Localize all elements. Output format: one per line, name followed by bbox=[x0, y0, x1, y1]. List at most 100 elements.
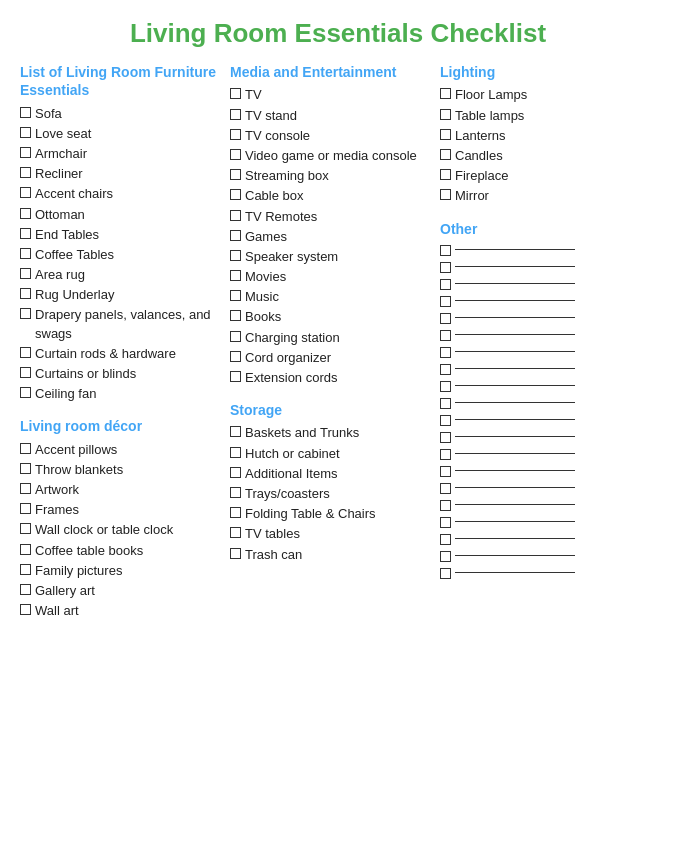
checkbox[interactable] bbox=[230, 310, 241, 321]
checkbox[interactable] bbox=[230, 270, 241, 281]
checkbox[interactable] bbox=[20, 443, 31, 454]
item-label: Mirror bbox=[455, 187, 489, 205]
checkbox[interactable] bbox=[230, 290, 241, 301]
list-item: Drapery panels, valances, and swags bbox=[20, 306, 220, 342]
item-label: Movies bbox=[245, 268, 286, 286]
checkbox[interactable] bbox=[230, 331, 241, 342]
furniture-title: List of Living Room Furniture Essentials bbox=[20, 63, 220, 99]
checkbox[interactable] bbox=[440, 483, 451, 494]
checkbox[interactable] bbox=[230, 149, 241, 160]
checkbox[interactable] bbox=[440, 189, 451, 200]
checkbox[interactable] bbox=[440, 129, 451, 140]
checkbox[interactable] bbox=[20, 187, 31, 198]
checkbox[interactable] bbox=[230, 210, 241, 221]
checkbox[interactable] bbox=[20, 347, 31, 358]
list-item: Armchair bbox=[20, 145, 220, 163]
checkbox[interactable] bbox=[20, 107, 31, 118]
page-title: Living Room Essentials Checklist bbox=[20, 18, 656, 49]
checkbox[interactable] bbox=[230, 189, 241, 200]
list-item: Hutch or cabinet bbox=[230, 445, 430, 463]
checkbox[interactable] bbox=[230, 230, 241, 241]
checkbox[interactable] bbox=[440, 149, 451, 160]
list-item: Baskets and Trunks bbox=[230, 424, 430, 442]
checkbox[interactable] bbox=[20, 367, 31, 378]
item-label: Gallery art bbox=[35, 582, 95, 600]
other-line-item bbox=[440, 328, 660, 341]
checkbox[interactable] bbox=[20, 463, 31, 474]
other-section: Other bbox=[440, 220, 660, 579]
checkbox[interactable] bbox=[440, 466, 451, 477]
checkbox[interactable] bbox=[440, 313, 451, 324]
checkbox[interactable] bbox=[230, 426, 241, 437]
checkbox[interactable] bbox=[230, 169, 241, 180]
checkbox[interactable] bbox=[230, 371, 241, 382]
checkbox[interactable] bbox=[440, 432, 451, 443]
checkbox[interactable] bbox=[20, 208, 31, 219]
checkbox[interactable] bbox=[230, 548, 241, 559]
checkbox[interactable] bbox=[20, 127, 31, 138]
other-line-bar bbox=[455, 453, 575, 454]
checkbox[interactable] bbox=[20, 503, 31, 514]
checkbox[interactable] bbox=[440, 109, 451, 120]
checkbox[interactable] bbox=[440, 330, 451, 341]
checkbox[interactable] bbox=[230, 129, 241, 140]
checkbox[interactable] bbox=[440, 534, 451, 545]
checkbox[interactable] bbox=[440, 262, 451, 273]
checkbox[interactable] bbox=[230, 88, 241, 99]
checkbox[interactable] bbox=[230, 351, 241, 362]
checkbox[interactable] bbox=[440, 296, 451, 307]
checkbox[interactable] bbox=[440, 381, 451, 392]
checkbox[interactable] bbox=[440, 449, 451, 460]
item-label: Wall art bbox=[35, 602, 79, 620]
other-line-item bbox=[440, 345, 660, 358]
item-label: Sofa bbox=[35, 105, 62, 123]
checkbox[interactable] bbox=[20, 167, 31, 178]
checkbox[interactable] bbox=[440, 88, 451, 99]
item-label: Ceiling fan bbox=[35, 385, 96, 403]
list-item: Accent pillows bbox=[20, 441, 220, 459]
checkbox[interactable] bbox=[440, 415, 451, 426]
checkbox[interactable] bbox=[20, 523, 31, 534]
checkbox[interactable] bbox=[20, 544, 31, 555]
checkbox[interactable] bbox=[440, 517, 451, 528]
checkbox[interactable] bbox=[20, 248, 31, 259]
checkbox[interactable] bbox=[20, 268, 31, 279]
checkbox[interactable] bbox=[230, 467, 241, 478]
checkbox[interactable] bbox=[230, 447, 241, 458]
other-line-item bbox=[440, 413, 660, 426]
furniture-section: List of Living Room Furniture Essentials… bbox=[20, 63, 220, 403]
checkbox[interactable] bbox=[230, 487, 241, 498]
checkbox[interactable] bbox=[440, 364, 451, 375]
checkbox[interactable] bbox=[20, 228, 31, 239]
checkbox[interactable] bbox=[20, 387, 31, 398]
checkbox[interactable] bbox=[440, 500, 451, 511]
checkbox[interactable] bbox=[20, 483, 31, 494]
list-item: Trays/coasters bbox=[230, 485, 430, 503]
checkbox[interactable] bbox=[20, 604, 31, 615]
item-label: TV stand bbox=[245, 107, 297, 125]
item-label: Floor Lamps bbox=[455, 86, 527, 104]
item-label: Hutch or cabinet bbox=[245, 445, 340, 463]
other-title: Other bbox=[440, 220, 660, 238]
checkbox[interactable] bbox=[230, 250, 241, 261]
checkbox[interactable] bbox=[440, 551, 451, 562]
checkbox[interactable] bbox=[440, 169, 451, 180]
list-item: Floor Lamps bbox=[440, 86, 660, 104]
other-line-bar bbox=[455, 470, 575, 471]
column-1: List of Living Room Furniture Essentials… bbox=[20, 63, 220, 634]
checkbox[interactable] bbox=[440, 568, 451, 579]
checkbox[interactable] bbox=[230, 527, 241, 538]
checkbox[interactable] bbox=[20, 147, 31, 158]
checkbox[interactable] bbox=[230, 507, 241, 518]
checkbox[interactable] bbox=[440, 347, 451, 358]
checkbox[interactable] bbox=[230, 109, 241, 120]
checkbox[interactable] bbox=[20, 288, 31, 299]
checkbox[interactable] bbox=[20, 308, 31, 319]
checkbox[interactable] bbox=[440, 279, 451, 290]
checkbox[interactable] bbox=[20, 584, 31, 595]
checkbox[interactable] bbox=[20, 564, 31, 575]
list-item: Speaker system bbox=[230, 248, 430, 266]
checkbox[interactable] bbox=[440, 245, 451, 256]
item-label: Games bbox=[245, 228, 287, 246]
checkbox[interactable] bbox=[440, 398, 451, 409]
